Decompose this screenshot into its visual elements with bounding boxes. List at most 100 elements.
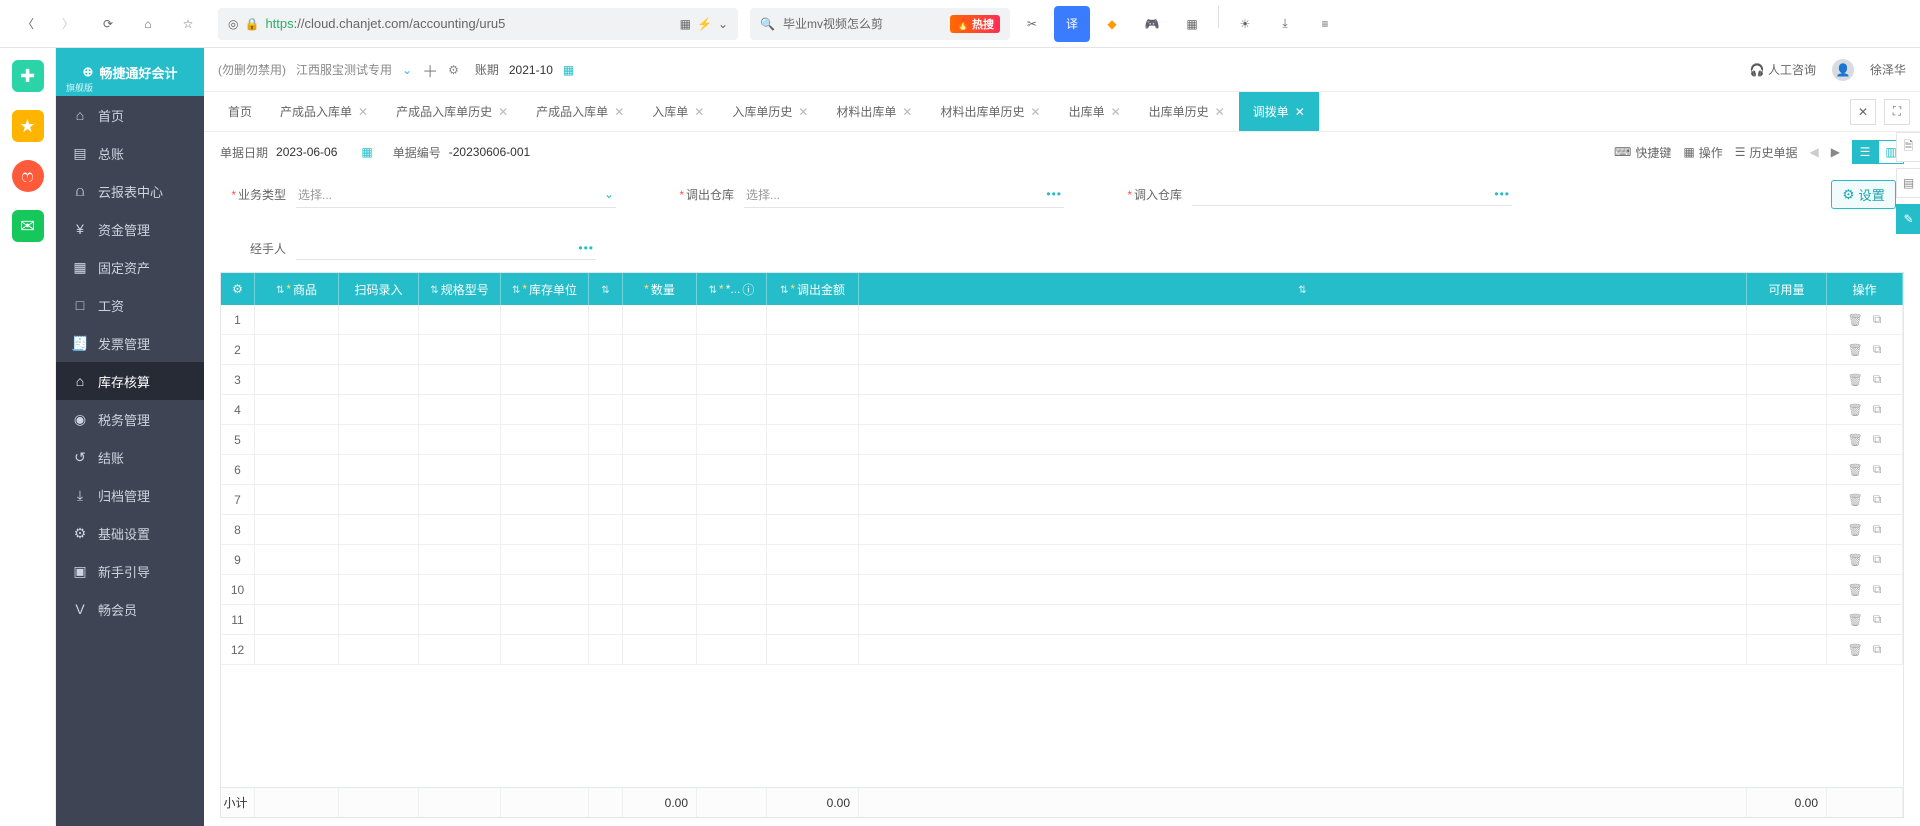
close-icon[interactable]: ✕ [1111,105,1121,119]
home-icon[interactable]: ⌂ [130,6,166,42]
copy-icon[interactable]: ⧉ [1873,372,1882,387]
avatar[interactable]: 👤 [1832,59,1854,81]
tab-4[interactable]: 入库单✕ [638,92,718,131]
tab-close-all-icon[interactable]: ✕ [1850,99,1876,125]
copy-icon[interactable]: ⧉ [1873,432,1882,447]
col-product[interactable]: *商品 [255,273,339,305]
delete-icon[interactable]: 🗑 [1848,553,1863,567]
close-icon[interactable]: ✕ [498,105,508,119]
sidebar-item-5[interactable]: □工资 [56,286,204,324]
browser-search[interactable]: 🔍 毕业mv视频怎么剪 🔥热搜 [750,8,1010,40]
col-amount[interactable]: *调出金额 [767,273,859,305]
star-icon[interactable]: ☆ [170,6,206,42]
sidebar-item-10[interactable]: ⤓归档管理 [56,476,204,514]
copy-icon[interactable]: ⧉ [1873,402,1882,417]
org-chevron-icon[interactable]: ⌄ [402,63,412,77]
chevron-down-icon[interactable]: ⌄ [718,17,728,31]
tab-6[interactable]: 材料出库单✕ [822,92,926,131]
ops-btn[interactable]: ▦ 操作 [1683,144,1722,161]
copy-icon[interactable]: ⧉ [1873,492,1882,507]
shortcut-btn[interactable]: ⌨ 快捷键 [1614,144,1671,161]
tab-9[interactable]: 出库单历史✕ [1135,92,1239,131]
qr-icon[interactable]: ▦ [680,17,691,31]
copy-icon[interactable]: ⧉ [1873,522,1882,537]
table-row[interactable]: 3🗑⧉ [221,365,1903,395]
in-wh-input[interactable]: ••• [1192,183,1512,206]
sidebar-item-2[interactable]: ⩍云报表中心 [56,172,204,210]
sidebar-item-13[interactable]: V畅会员 [56,590,204,628]
rail-edit-icon[interactable]: ✎ [1896,204,1920,234]
copy-icon[interactable]: ⧉ [1873,642,1882,657]
strip-fav-icon[interactable]: ★ [12,110,44,142]
tab-expand-icon[interactable]: ⛶ [1884,99,1910,125]
reload-icon[interactable]: ⟳ [90,6,126,42]
translate-icon[interactable]: 译 [1054,6,1090,42]
rail-kb-icon[interactable]: ▤ [1896,168,1920,198]
col-avail[interactable]: 可用量 [1747,273,1827,305]
sidebar-item-12[interactable]: ▣新手引导 [56,552,204,590]
sidebar-item-3[interactable]: ¥资金管理 [56,210,204,248]
history-btn[interactable]: ☰ 历史单据 [1735,144,1798,161]
rail-note-icon[interactable]: 🗎 [1896,132,1920,162]
close-icon[interactable]: ✕ [798,105,808,119]
sidebar-item-0[interactable]: ⌂首页 [56,96,204,134]
close-icon[interactable]: ✕ [694,105,704,119]
delete-icon[interactable]: 🗑 [1848,463,1863,477]
col-qty[interactable]: *数量 [623,273,697,305]
sidebar-item-7[interactable]: ⌂库存核算 [56,362,204,400]
sidebar-item-6[interactable]: 🧾发票管理 [56,324,204,362]
doc-date-calendar-icon[interactable]: ▦ [361,145,372,159]
tab-7[interactable]: 材料出库单历史✕ [926,92,1054,131]
sidebar-item-11[interactable]: ⚙基础设置 [56,514,204,552]
table-row[interactable]: 9🗑⧉ [221,545,1903,575]
table-row[interactable]: 10🗑⧉ [221,575,1903,605]
copy-icon[interactable]: ⧉ [1873,462,1882,477]
sidebar-item-1[interactable]: ▤总账 [56,134,204,172]
brand[interactable]: ⊕ 畅捷通好会计 旗舰版 [56,48,204,96]
doc-date[interactable]: 2023-06-06 [276,145,337,159]
tab-3[interactable]: 产成品入库单✕ [522,92,638,131]
back-icon[interactable]: 〈 [10,6,46,42]
delete-icon[interactable]: 🗑 [1848,433,1863,447]
address-bar[interactable]: ◎ 🔒 https://cloud.chanjet.com/accounting… [218,8,738,40]
next-icon[interactable]: ▶ [1831,145,1840,159]
col-scan[interactable]: 扫码录入 [339,273,419,305]
col-spec[interactable]: 规格型号 [419,273,501,305]
table-row[interactable]: 5🗑⧉ [221,425,1903,455]
scissors-icon[interactable]: ✂ [1014,6,1050,42]
delete-icon[interactable]: 🗑 [1848,523,1863,537]
table-row[interactable]: 11🗑⧉ [221,605,1903,635]
close-icon[interactable]: ✕ [1031,105,1041,119]
wallet-icon[interactable]: ◆ [1094,6,1130,42]
delete-icon[interactable]: 🗑 [1848,313,1863,327]
menu-icon[interactable]: ≡ [1307,6,1343,42]
tab-2[interactable]: 产成品入库单历史✕ [382,92,522,131]
copy-icon[interactable]: ⧉ [1873,312,1882,327]
delete-icon[interactable]: 🗑 [1848,613,1863,627]
theme-icon[interactable]: ☀ [1227,6,1263,42]
col-star[interactable]: **... ⓘ [697,273,767,305]
close-icon[interactable]: ✕ [1295,105,1305,119]
delete-icon[interactable]: 🗑 [1848,583,1863,597]
close-icon[interactable]: ✕ [358,105,368,119]
close-icon[interactable]: ✕ [1215,105,1225,119]
add-icon[interactable]: ＋ [422,58,438,82]
table-row[interactable]: 8🗑⧉ [221,515,1903,545]
grid-icon[interactable]: ▦ [1174,6,1210,42]
close-icon[interactable]: ✕ [614,105,624,119]
table-row[interactable]: 4🗑⧉ [221,395,1903,425]
table-row[interactable]: 2🗑⧉ [221,335,1903,365]
close-icon[interactable]: ✕ [902,105,912,119]
table-row[interactable]: 7🗑⧉ [221,485,1903,515]
delete-icon[interactable]: 🗑 [1848,403,1863,417]
copy-icon[interactable]: ⧉ [1873,342,1882,357]
col-unit[interactable]: *库存单位 [501,273,589,305]
calendar-icon[interactable]: ▦ [563,63,574,77]
download-icon[interactable]: ⤓ [1267,6,1303,42]
game-icon[interactable]: 🎮 [1134,6,1170,42]
sidebar-item-4[interactable]: ▦固定资产 [56,248,204,286]
forward-icon[interactable]: 〉 [50,6,86,42]
copy-icon[interactable]: ⧉ [1873,582,1882,597]
col-gear[interactable]: ⚙ [221,273,255,305]
tab-1[interactable]: 产成品入库单✕ [266,92,382,131]
